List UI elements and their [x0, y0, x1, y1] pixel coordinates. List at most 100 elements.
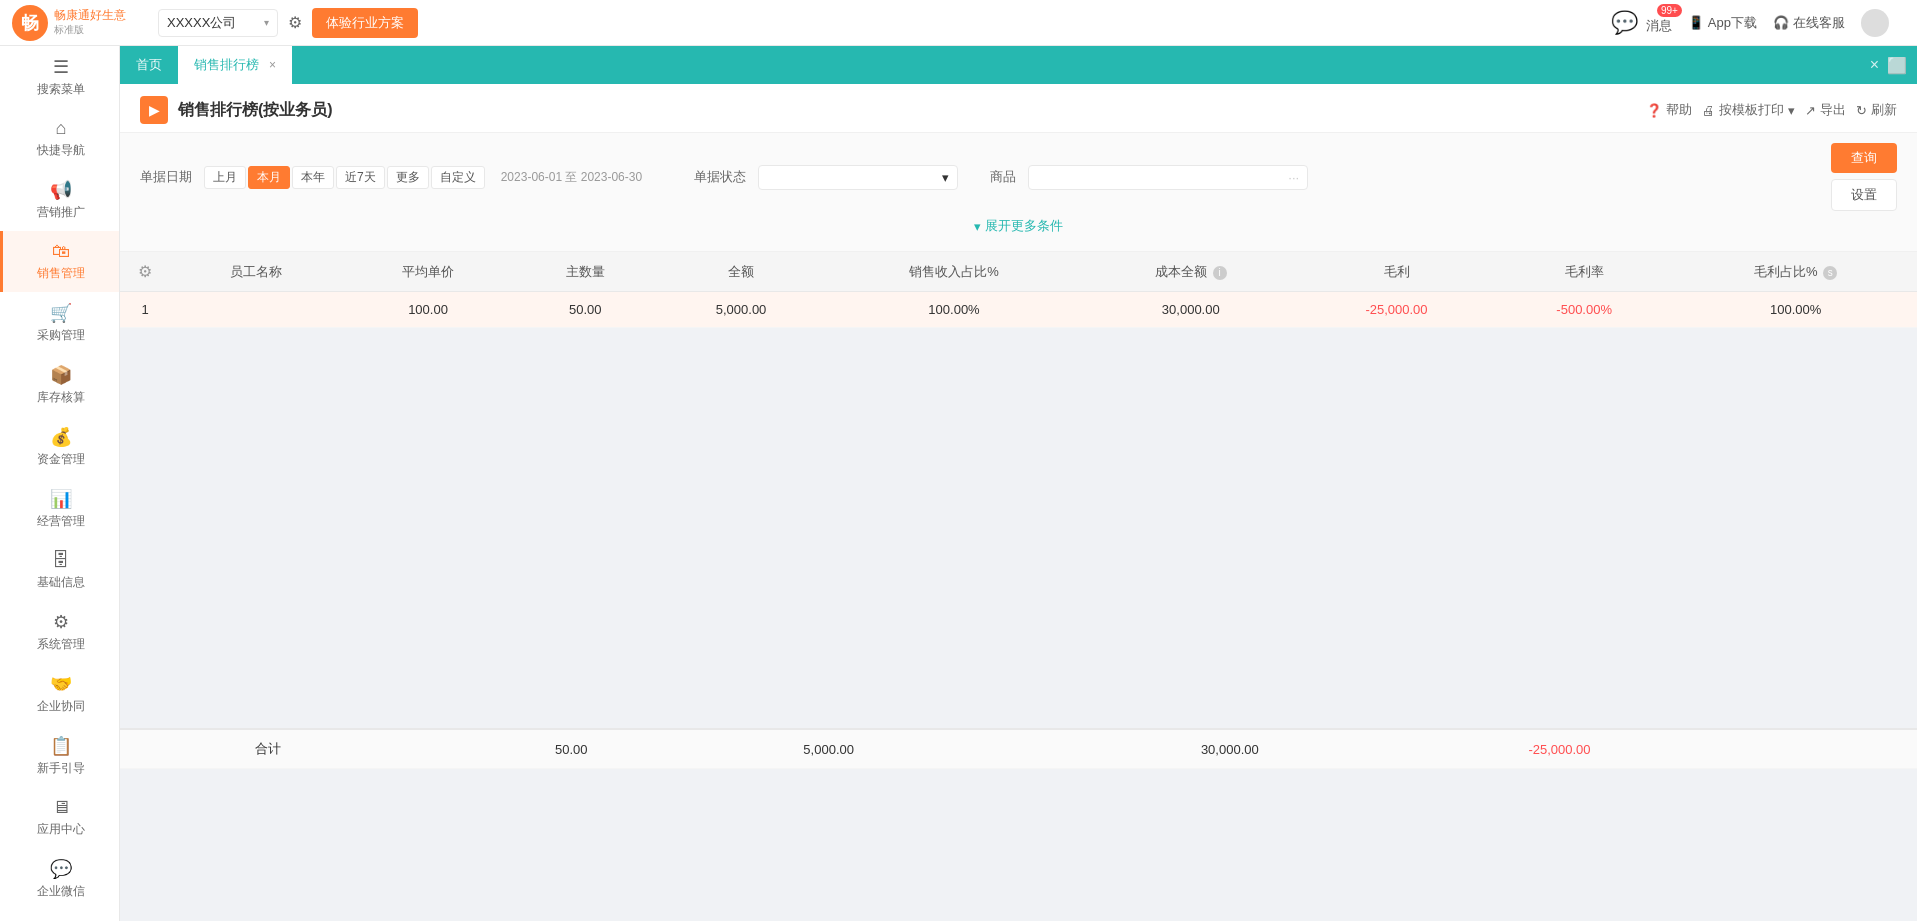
sidebar-item-label: 新手引导: [37, 760, 85, 777]
goods-filter[interactable]: ···: [1028, 165, 1308, 190]
sidebar-item-quicknav[interactable]: ⌂ 快捷导航: [0, 108, 119, 169]
print-icon: 🖨: [1702, 103, 1715, 118]
window-restore-icon[interactable]: ⬜: [1887, 56, 1907, 75]
cell-gross: -25,000.00: [1299, 292, 1494, 328]
basic-icon: 🗄: [52, 550, 70, 571]
sidebar-item-label: 企业微信: [37, 883, 85, 900]
footer-gross-pct: [1823, 730, 1917, 769]
sidebar-item-member[interactable]: V 畅会员: [0, 910, 119, 921]
sales-icon: 🛍: [52, 241, 70, 262]
sidebar-item-label: 营销推广: [37, 204, 85, 221]
date-range-display: 2023-06-01 至 2023-06-30: [501, 169, 642, 186]
logo-sub: 标准版: [54, 23, 126, 37]
appstore-icon: 🖥: [52, 797, 70, 818]
tab-bar: 首页 销售排行榜 × × ⬜: [120, 46, 1917, 84]
marketing-icon: 📢: [50, 179, 72, 201]
cell-gross-pct: 100.00%: [1674, 292, 1917, 328]
col-gross-pct: 毛利占比% s: [1674, 252, 1917, 292]
tab-sales-ranking[interactable]: 销售排行榜 ×: [178, 46, 292, 84]
chevron-down-icon: ▾: [264, 17, 269, 28]
sidebar-item-guide[interactable]: 📋 新手引导: [0, 725, 119, 787]
company-selector[interactable]: XXXXX公司 ▾: [158, 9, 278, 37]
footer-empty-1: [120, 730, 170, 769]
page-title: 销售排行榜(按业务员): [178, 100, 333, 121]
sidebar-item-inventory[interactable]: 📦 库存核算: [0, 354, 119, 416]
sidebar-item-purchase[interactable]: 🛒 采购管理: [0, 292, 119, 354]
operations-icon: 📊: [50, 488, 72, 510]
sidebar-item-marketing[interactable]: 📢 营销推广: [0, 169, 119, 231]
refresh-link[interactable]: ↻ 刷新: [1856, 101, 1897, 119]
trial-button[interactable]: 体验行业方案: [312, 8, 418, 38]
goods-filter-dots: ···: [1288, 170, 1299, 185]
online-service-button[interactable]: 🎧 在线客服: [1773, 14, 1845, 32]
sidebar: ☰ 搜索菜单 ⌂ 快捷导航 📢 营销推广 🛍 销售管理 🛒 采购管理 📦 库: [0, 46, 120, 921]
filter-area: 单据日期 上月 本月 本年 近7天 更多 自定义 2023-06-01 至 20…: [120, 133, 1917, 252]
sidebar-item-label: 采购管理: [37, 327, 85, 344]
settings-col-icon[interactable]: ⚙: [138, 263, 152, 280]
col-sales-pct: 销售收入占比%: [826, 252, 1083, 292]
help-link[interactable]: ❓ 帮助: [1646, 101, 1692, 119]
refresh-icon: ↻: [1856, 103, 1867, 118]
topbar-settings-icon[interactable]: ⚙: [288, 13, 302, 32]
sidebar-item-label: 企业协同: [37, 698, 85, 715]
sidebar-item-label: 应用中心: [37, 821, 85, 838]
app-download-button[interactable]: 📱 App下载: [1688, 14, 1757, 32]
app-download-icon: 📱: [1688, 15, 1704, 30]
footer-table: 合计 50.00 5,000.00 30,000.00 -25,000.00: [120, 729, 1917, 769]
footer-quantity: 50.00: [460, 730, 682, 769]
date-btn-this-month[interactable]: 本月: [248, 166, 290, 189]
cost-info-icon[interactable]: i: [1213, 266, 1227, 280]
col-amount: 全额: [657, 252, 826, 292]
sidebar-item-system[interactable]: ⚙ 系统管理: [0, 601, 119, 663]
tab-close-icon[interactable]: ×: [269, 58, 276, 72]
page-header: ▶ 销售排行榜(按业务员) ❓ 帮助 🖨 按模板打印 ▾: [120, 84, 1917, 133]
avatar[interactable]: [1861, 9, 1889, 37]
sidebar-item-label: 库存核算: [37, 389, 85, 406]
date-btn-more[interactable]: 更多: [387, 166, 429, 189]
gross-pct-info-icon[interactable]: s: [1823, 266, 1837, 280]
expand-conditions-button[interactable]: ▾ 展开更多条件: [974, 217, 1063, 235]
sidebar-item-wechat[interactable]: 💬 企业微信: [0, 848, 119, 910]
headset-icon: 🎧: [1773, 15, 1789, 30]
page-container: ▶ 销售排行榜(按业务员) ❓ 帮助 🖨 按模板打印 ▾: [120, 84, 1917, 328]
table-header-row: ⚙ 员工名称 平均单价 主数量 全额 销售收入占比% 成本全额: [120, 252, 1917, 292]
expand-icon: ▾: [974, 219, 981, 234]
wechat-icon: 💬: [50, 858, 72, 880]
page-actions: ❓ 帮助 🖨 按模板打印 ▾ ↗ 导出: [1646, 101, 1897, 119]
sidebar-item-sales[interactable]: 🛍 销售管理: [0, 231, 119, 292]
col-gross-rate: 毛利率: [1494, 252, 1674, 292]
print-link[interactable]: 🖨 按模板打印 ▾: [1702, 101, 1795, 119]
sidebar-item-enterprise[interactable]: 🤝 企业协同: [0, 663, 119, 725]
tab-home[interactable]: 首页: [120, 56, 178, 74]
sidebar-item-basic[interactable]: 🗄 基础信息: [0, 540, 119, 601]
purchase-icon: 🛒: [50, 302, 72, 324]
settings-button[interactable]: 设置: [1831, 179, 1897, 211]
cell-gross-rate: -500.00%: [1494, 292, 1674, 328]
window-close-icon[interactable]: ×: [1870, 56, 1879, 74]
date-btn-last-month[interactable]: 上月: [204, 166, 246, 189]
sidebar-item-label: 快捷导航: [37, 142, 85, 159]
enterprise-icon: 🤝: [50, 673, 72, 695]
sidebar-item-finance[interactable]: 💰 资金管理: [0, 416, 119, 478]
export-link[interactable]: ↗ 导出: [1805, 101, 1846, 119]
cell-sales-pct: 100.00%: [826, 292, 1083, 328]
sidebar-item-operations[interactable]: 📊 经营管理: [0, 478, 119, 540]
date-btn-custom[interactable]: 自定义: [431, 166, 485, 189]
footer-gross-rate: [1729, 730, 1823, 769]
status-dropdown[interactable]: ▾: [758, 165, 958, 190]
help-icon: ❓: [1646, 103, 1662, 118]
expand-arrow-button[interactable]: ▶: [140, 96, 168, 124]
content-area: 首页 销售排行榜 × × ⬜ ▶ 销售排行榜(按业务员): [120, 46, 1917, 921]
logo-area: 畅 畅康通好生意 标准版: [12, 5, 126, 41]
sidebar-item-label: 基础信息: [37, 574, 85, 591]
sidebar-item-search[interactable]: ☰ 搜索菜单: [0, 46, 119, 108]
date-btn-this-year[interactable]: 本年: [292, 166, 334, 189]
goods-label: 商品: [990, 168, 1016, 186]
query-button[interactable]: 查询: [1831, 143, 1897, 173]
date-btn-7days[interactable]: 近7天: [336, 166, 385, 189]
cell-cost: 30,000.00: [1083, 292, 1299, 328]
col-settings[interactable]: ⚙: [120, 252, 170, 292]
sidebar-item-appstore[interactable]: 🖥 应用中心: [0, 787, 119, 848]
footer-cost: 30,000.00: [1069, 730, 1390, 769]
notification-button[interactable]: 💬 99+ 消息: [1611, 10, 1672, 36]
